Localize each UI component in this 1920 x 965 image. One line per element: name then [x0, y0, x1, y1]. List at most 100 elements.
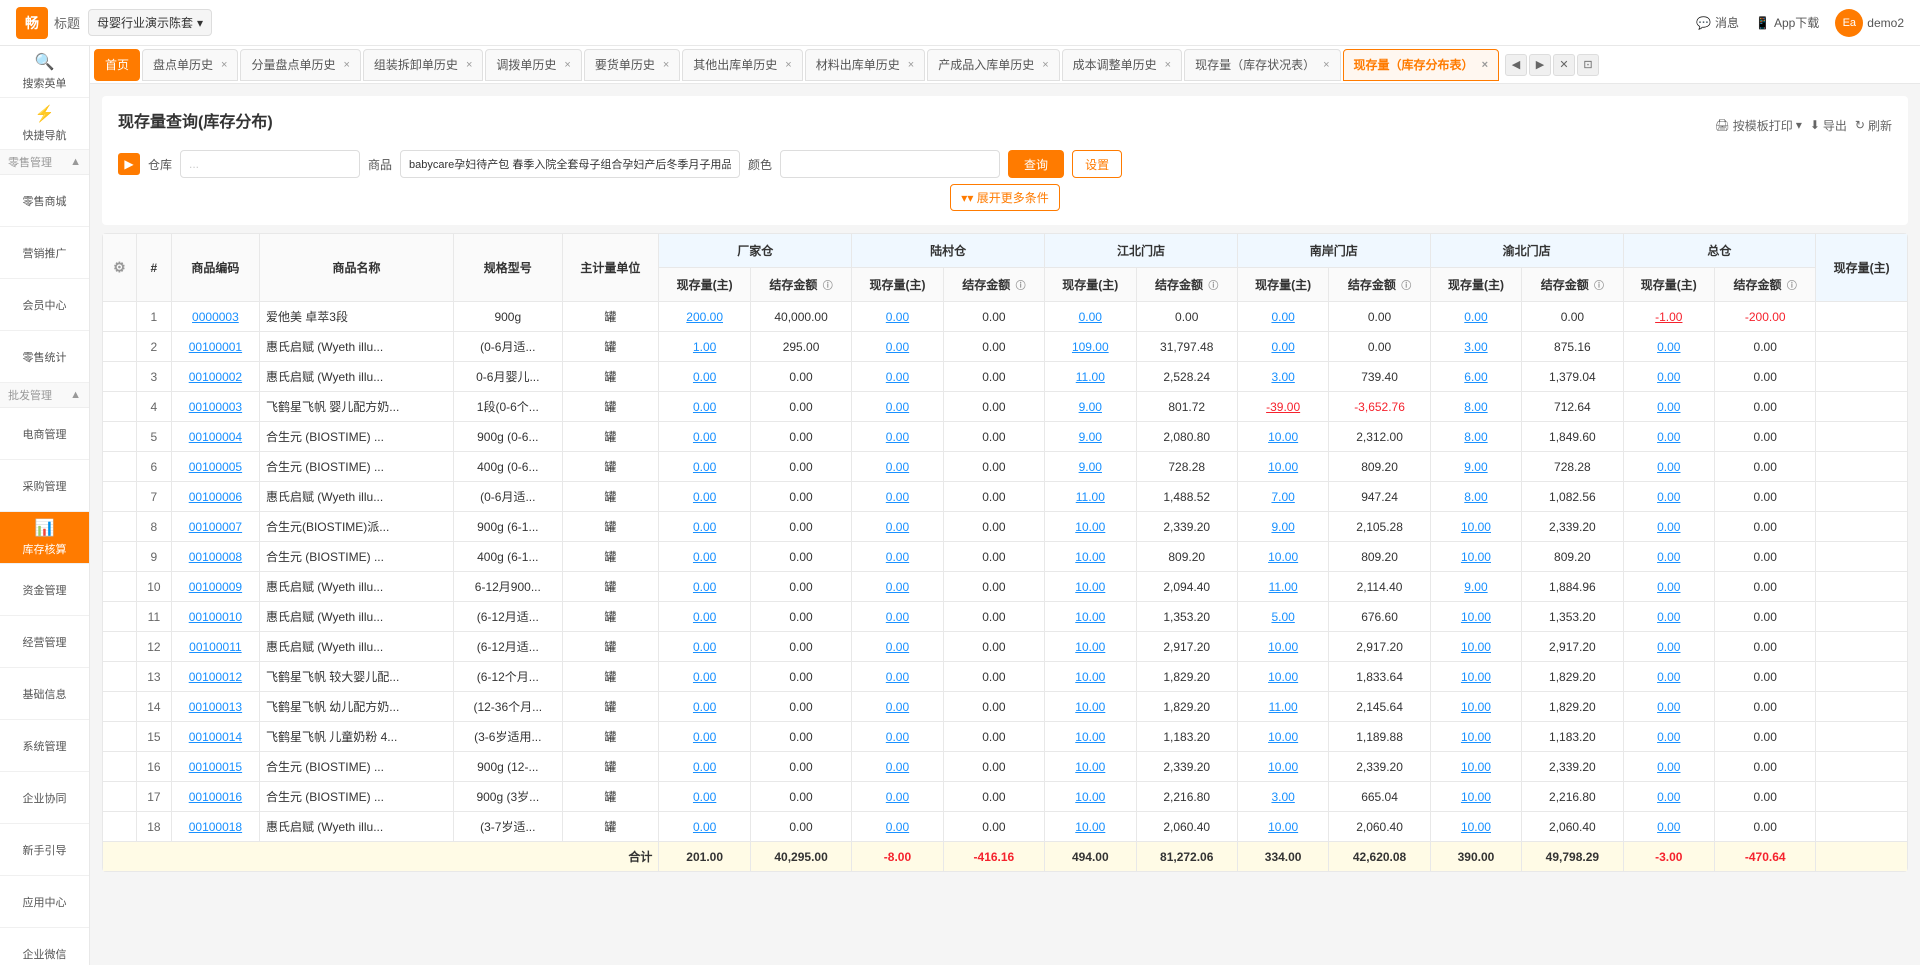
store-selector[interactable]: 母婴行业演示陈套 ▾	[88, 9, 212, 36]
tab-outbound[interactable]: 其他出库单历史 ×	[682, 49, 802, 81]
tab-stock-dist[interactable]: 现存量（库存分布表） ×	[1343, 49, 1499, 81]
cell-name: 合生元 (BIOSTIME) ...	[259, 782, 453, 812]
cell-na-qty: 10.00	[1237, 542, 1329, 572]
cell-zc-qty: 0.00	[1623, 542, 1715, 572]
total-jb-qty: 494.00	[1045, 842, 1137, 872]
sidebar-item-finance[interactable]: 资金管理	[0, 564, 89, 616]
cell-zc-qty: 0.00	[1623, 572, 1715, 602]
tab-order[interactable]: 要货单历史 ×	[584, 49, 680, 81]
warehouse-input[interactable]	[180, 150, 360, 178]
store-name: 母婴行业演示陈套	[97, 14, 193, 31]
sidebar-item-operations[interactable]: 经营管理	[0, 616, 89, 668]
cell-spec: (0-6月适...	[454, 332, 562, 362]
table-row: 11 00100010 惠氏启赋 (Wyeth illu... (6-12月适.…	[103, 602, 1908, 632]
app-download-btn[interactable]: 📱 App下载	[1755, 14, 1819, 31]
cell-yb-amt: 2,339.20	[1522, 752, 1623, 782]
tab-stocktake[interactable]: 盘点单历史 ×	[142, 49, 238, 81]
cell-zc-qty: 0.00	[1623, 422, 1715, 452]
cell-lc-amt: 0.00	[943, 602, 1044, 632]
cell-lc-qty: 0.00	[852, 332, 944, 362]
tab-transfer[interactable]: 调拨单历史 ×	[485, 49, 581, 81]
sidebar-item-system[interactable]: 系统管理	[0, 720, 89, 772]
tab-assembly[interactable]: 组装拆卸单历史 ×	[363, 49, 483, 81]
sidebar-item-marketing[interactable]: 营销推广	[0, 227, 89, 279]
cell-lc-amt: 0.00	[943, 692, 1044, 722]
cell-no: 11	[136, 602, 171, 632]
close-icon[interactable]: ×	[343, 59, 349, 71]
close-icon[interactable]: ×	[564, 59, 570, 71]
total-jb-amt: 81,272.06	[1136, 842, 1237, 872]
nav-close-all[interactable]: ✕	[1553, 54, 1575, 76]
export-btn[interactable]: ⬇ 导出	[1810, 117, 1847, 134]
nav-expand[interactable]: ⊡	[1577, 54, 1599, 76]
refresh-btn[interactable]: ↻ 刷新	[1855, 117, 1892, 134]
sidebar-item-wechat[interactable]: 企业微信	[0, 928, 89, 965]
sidebar-item-apps[interactable]: 应用中心	[0, 876, 89, 928]
sidebar-item-search[interactable]: 🔍 搜索英单	[0, 46, 89, 98]
cell-yb-qty: 10.00	[1430, 662, 1522, 692]
sidebar-item-collab[interactable]: 企业协同	[0, 772, 89, 824]
tab-stock-status[interactable]: 现存量（库存状况表） ×	[1184, 49, 1340, 81]
table-row: 6 00100005 合生元 (BIOSTIME) ... 400g (0-6.…	[103, 452, 1908, 482]
cell-yb-amt: 1,849.60	[1522, 422, 1623, 452]
user-area[interactable]: Ea demo2	[1835, 9, 1904, 37]
cell-name: 惠氏启赋 (Wyeth illu...	[259, 332, 453, 362]
color-input[interactable]	[780, 150, 1000, 178]
sidebar-item-ecom[interactable]: 电商管理	[0, 408, 89, 460]
close-icon[interactable]: ×	[1482, 59, 1488, 71]
cell-lc-amt: 0.00	[943, 452, 1044, 482]
product-input[interactable]	[400, 150, 740, 178]
cell-code: 00100004	[171, 422, 259, 452]
sidebar-item-guide[interactable]: 新手引导	[0, 824, 89, 876]
cell-fc-qty: 200.00	[659, 302, 751, 332]
sidebar-item-inventory[interactable]: 📊 库存核算	[0, 512, 89, 564]
sidebar-item-nav[interactable]: ⚡ 快捷导航	[0, 98, 89, 150]
cell-gear	[103, 542, 137, 572]
nav-prev[interactable]: ◀	[1505, 54, 1527, 76]
tab-home[interactable]: 首页	[94, 49, 140, 81]
cell-unit: 罐	[562, 482, 659, 512]
search-button[interactable]: 查询	[1008, 150, 1064, 178]
chevron-up-icon: ▲	[70, 156, 81, 168]
cell-fc-amt: 295.00	[750, 332, 851, 362]
tab-material[interactable]: 材料出库单历史 ×	[805, 49, 925, 81]
table-row: 12 00100011 惠氏启赋 (Wyeth illu... (6-12月适.…	[103, 632, 1908, 662]
sidebar-item-basic[interactable]: 基础信息	[0, 668, 89, 720]
sidebar-item-purchase[interactable]: 采购管理	[0, 460, 89, 512]
print-btn[interactable]: 🖨 按模板打印 ▾	[1715, 117, 1802, 134]
sidebar-section-retail[interactable]: 零售管理 ▲	[0, 150, 89, 175]
filter-toggle-btn[interactable]: ▶	[118, 153, 140, 175]
expand-conditions-btn[interactable]: ▾▾ 展开更多条件	[950, 184, 1059, 211]
sidebar-section-wholesale[interactable]: 批发管理 ▲	[0, 383, 89, 408]
close-icon[interactable]: ×	[466, 59, 472, 71]
cell-gear	[103, 422, 137, 452]
tab-product-inbound[interactable]: 产成品入库单历史 ×	[927, 49, 1059, 81]
tab-cost-adjust[interactable]: 成本调整单历史 ×	[1062, 49, 1182, 81]
close-icon[interactable]: ×	[1042, 59, 1048, 71]
cell-code: 00100008	[171, 542, 259, 572]
cell-code: 00100013	[171, 692, 259, 722]
cell-no: 15	[136, 722, 171, 752]
close-icon[interactable]: ×	[785, 59, 791, 71]
close-icon[interactable]: ×	[908, 59, 914, 71]
close-icon[interactable]: ×	[221, 59, 227, 71]
sidebar-item-retail-stats[interactable]: 零售统计	[0, 331, 89, 383]
cell-fc-amt: 0.00	[750, 602, 851, 632]
setting-button[interactable]: 设置	[1072, 150, 1122, 178]
cell-unit: 罐	[562, 812, 659, 842]
sidebar-item-mall[interactable]: 零售商城	[0, 175, 89, 227]
cell-na-amt: 0.00	[1329, 332, 1430, 362]
cell-fc-amt: 0.00	[750, 662, 851, 692]
tab-partial-stocktake[interactable]: 分量盘点单历史 ×	[240, 49, 360, 81]
close-icon[interactable]: ×	[1165, 59, 1171, 71]
sidebar-item-member[interactable]: 会员中心	[0, 279, 89, 331]
nav-next[interactable]: ▶	[1529, 54, 1551, 76]
col-gear[interactable]: ⚙	[103, 234, 137, 302]
sidebar-label-nav: 快捷导航	[23, 127, 67, 143]
cell-lc-qty: 0.00	[852, 662, 944, 692]
close-icon[interactable]: ×	[1323, 59, 1329, 71]
logo-text: 标题	[54, 13, 80, 32]
close-icon[interactable]: ×	[663, 59, 669, 71]
total-cur	[1816, 842, 1908, 872]
message-btn[interactable]: 💬 消息	[1696, 14, 1739, 31]
